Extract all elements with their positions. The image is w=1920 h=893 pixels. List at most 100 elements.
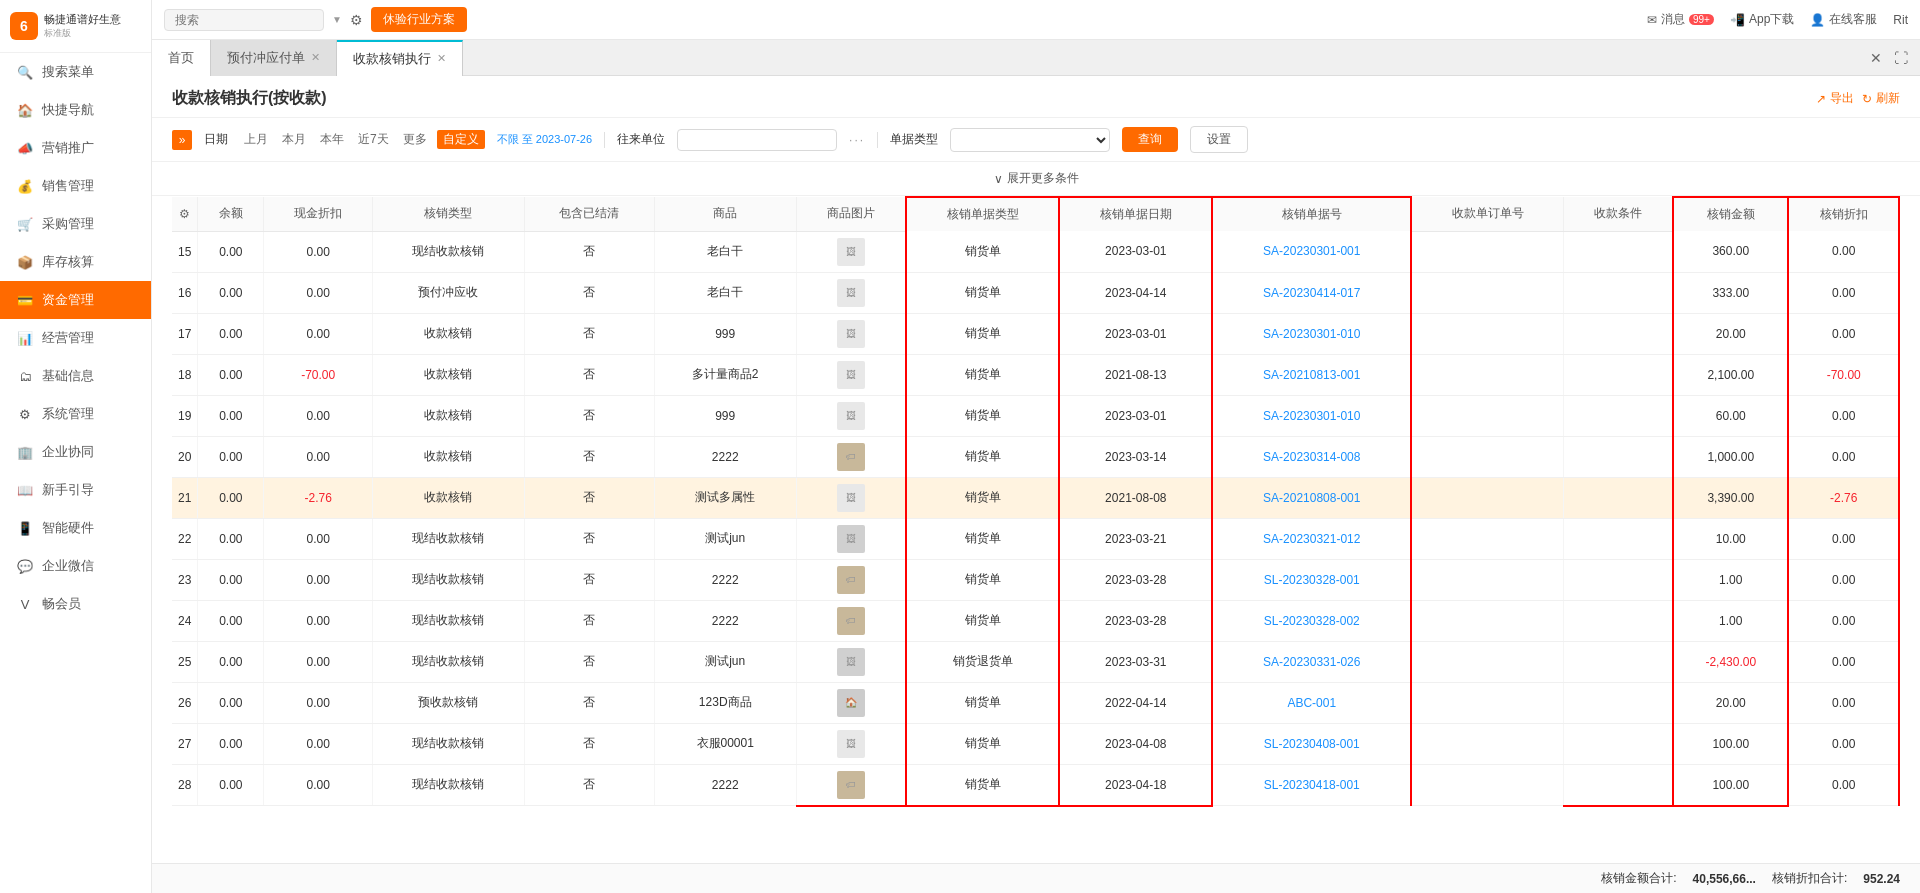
sidebar-item-marketing[interactable]: 📣 营销推广 — [0, 129, 151, 167]
cell-order-no — [1411, 272, 1563, 313]
bill-no-link[interactable]: SL-20230418-001 — [1264, 778, 1360, 792]
sidebar-item-guide[interactable]: 📖 新手引导 — [0, 471, 151, 509]
cell-no: 22 — [172, 518, 198, 559]
cell-bill-type: 销货单 — [906, 723, 1059, 764]
app-download-button[interactable]: 📲 App下载 — [1730, 11, 1794, 28]
cell-goods-img: 🖼 — [796, 354, 906, 395]
tab-close-icon[interactable]: ✕ — [311, 51, 320, 64]
cell-discount: -70.00 — [1788, 354, 1899, 395]
counterparty-input[interactable] — [677, 129, 837, 151]
sidebar-item-purchase[interactable]: 🛒 采购管理 — [0, 205, 151, 243]
cell-bill-date: 2023-03-28 — [1059, 559, 1212, 600]
message-button[interactable]: ✉ 消息 99+ — [1647, 11, 1714, 28]
topbar: ▼ ⚙ 休验行业方案 ✉ 消息 99+ 📲 App下载 👤 在线客服 Rit — [152, 0, 1920, 40]
date-7days[interactable]: 近7天 — [354, 130, 393, 149]
product-image: 🖼 — [837, 279, 865, 307]
sidebar-item-hardware[interactable]: 📱 智能硬件 — [0, 509, 151, 547]
date-custom[interactable]: 自定义 — [437, 130, 485, 149]
sidebar-item-operations[interactable]: 📊 经营管理 — [0, 319, 151, 357]
cell-discount: -2.76 — [1788, 477, 1899, 518]
sidebar-item-inventory[interactable]: 📦 库存核算 — [0, 243, 151, 281]
cell-type: 预收款核销 — [373, 682, 525, 723]
cell-order-no — [1411, 313, 1563, 354]
bill-no-link[interactable]: SA-20230414-017 — [1263, 286, 1360, 300]
query-button[interactable]: 查询 — [1122, 127, 1178, 152]
cell-bill-no: SA-20230314-008 — [1212, 436, 1411, 477]
sidebar-item-sales[interactable]: 💰 销售管理 — [0, 167, 151, 205]
basic-icon: 🗂 — [16, 367, 34, 385]
tab-prepayment[interactable]: 预付冲应付单 ✕ — [211, 40, 337, 76]
th-condition: 收款条件 — [1563, 197, 1673, 231]
th-discount: 核销折扣 — [1788, 197, 1899, 231]
date-range-display: 不限 至 2023-07-26 — [497, 132, 592, 147]
tab-home[interactable]: 首页 — [152, 40, 211, 76]
bill-no-link[interactable]: SA-20230301-010 — [1263, 409, 1360, 423]
cell-discount: 0.00 — [1788, 313, 1899, 354]
sidebar-item-wechat[interactable]: 💬 企业微信 — [0, 547, 151, 585]
bill-no-link[interactable]: SA-20230331-026 — [1263, 655, 1360, 669]
th-setting[interactable]: ⚙ — [172, 197, 198, 231]
bill-no-link[interactable]: SA-20210808-001 — [1263, 491, 1360, 505]
maximize-icon[interactable]: ⛶ — [1890, 48, 1912, 68]
sidebar-item-search[interactable]: 🔍 搜索菜单 — [0, 53, 151, 91]
cell-goods-img: 🖼 — [796, 313, 906, 354]
cell-settled: 否 — [524, 436, 654, 477]
expand-more-button[interactable]: ∨ 展开更多条件 — [994, 170, 1079, 187]
cell-type: 现结收款核销 — [373, 723, 525, 764]
cell-balance: 0.00 — [198, 518, 264, 559]
bill-type-select[interactable]: 销货单 销货退货单 — [950, 128, 1110, 152]
bill-no-link[interactable]: SL-20230408-001 — [1264, 737, 1360, 751]
export-button[interactable]: ↗ 导出 — [1816, 90, 1854, 107]
cell-goods-img: 🖼 — [796, 395, 906, 436]
setting-button[interactable]: 设置 — [1190, 126, 1248, 153]
bill-no-link[interactable]: SA-20210813-001 — [1263, 368, 1360, 382]
column-settings-icon[interactable]: ⚙ — [179, 207, 190, 221]
bill-no-link[interactable]: SA-20230314-008 — [1263, 450, 1360, 464]
cell-goods-img: 🖼 — [796, 231, 906, 272]
date-more[interactable]: 更多 — [399, 130, 431, 149]
date-last-month[interactable]: 上月 — [240, 130, 272, 149]
sidebar-item-quicknav[interactable]: 🏠 快捷导航 — [0, 91, 151, 129]
cell-settled: 否 — [524, 682, 654, 723]
bill-no-link[interactable]: SA-20230301-010 — [1263, 327, 1360, 341]
cell-bill-date: 2023-03-01 — [1059, 231, 1212, 272]
cell-settled: 否 — [524, 477, 654, 518]
tab-close-icon[interactable]: ✕ — [437, 52, 446, 65]
cell-settled: 否 — [524, 354, 654, 395]
online-service-button[interactable]: 👤 在线客服 — [1810, 11, 1877, 28]
cell-cash-discount: -2.76 — [264, 477, 373, 518]
table-row: 15 0.00 0.00 现结收款核销 否 老白干 🖼 销货单 2023-03-… — [172, 231, 1899, 272]
bill-no-link[interactable]: SL-20230328-002 — [1264, 614, 1360, 628]
settings-icon[interactable]: ⚙ — [350, 12, 363, 28]
tab-sales-verification[interactable]: 收款核销执行 ✕ — [337, 40, 463, 76]
bill-no-link[interactable]: SL-20230328-001 — [1264, 573, 1360, 587]
sidebar-item-enterprise[interactable]: 🏢 企业协同 — [0, 433, 151, 471]
sidebar-item-basic[interactable]: 🗂 基础信息 — [0, 357, 151, 395]
cell-bill-no: ABC-001 — [1212, 682, 1411, 723]
date-this-month[interactable]: 本月 — [278, 130, 310, 149]
refresh-button[interactable]: ↻ 刷新 — [1862, 90, 1900, 107]
bill-no-link[interactable]: SA-20230301-001 — [1263, 244, 1360, 258]
industry-solution-button[interactable]: 休验行业方案 — [371, 7, 467, 32]
cell-no: 20 — [172, 436, 198, 477]
table-row: 20 0.00 0.00 收款核销 否 2222 🏷 销货单 2023-03-1… — [172, 436, 1899, 477]
sidebar-item-finance[interactable]: 💳 资金管理 — [0, 281, 151, 319]
product-image: 🏷 — [837, 443, 865, 471]
date-this-year[interactable]: 本年 — [316, 130, 348, 149]
system-icon: ⚙ — [16, 405, 34, 423]
close-window-icon[interactable]: ✕ — [1866, 48, 1886, 68]
bill-no-link[interactable]: ABC-001 — [1287, 696, 1336, 710]
cell-bill-date: 2023-04-08 — [1059, 723, 1212, 764]
bill-no-link[interactable]: SA-20230321-012 — [1263, 532, 1360, 546]
sidebar-item-member[interactable]: V 畅会员 — [0, 585, 151, 623]
filter-expand-button[interactable]: » — [172, 130, 192, 150]
cell-discount: 0.00 — [1788, 764, 1899, 806]
search-input[interactable] — [164, 9, 324, 31]
dropdown-arrow-icon[interactable]: ▼ — [332, 14, 342, 25]
logo-icon: 6 — [10, 12, 38, 40]
cell-no: 25 — [172, 641, 198, 682]
user-profile[interactable]: Rit — [1893, 13, 1908, 27]
sidebar-item-system[interactable]: ⚙ 系统管理 — [0, 395, 151, 433]
cell-bill-date: 2023-03-01 — [1059, 395, 1212, 436]
th-settled: 包含已结清 — [524, 197, 654, 231]
